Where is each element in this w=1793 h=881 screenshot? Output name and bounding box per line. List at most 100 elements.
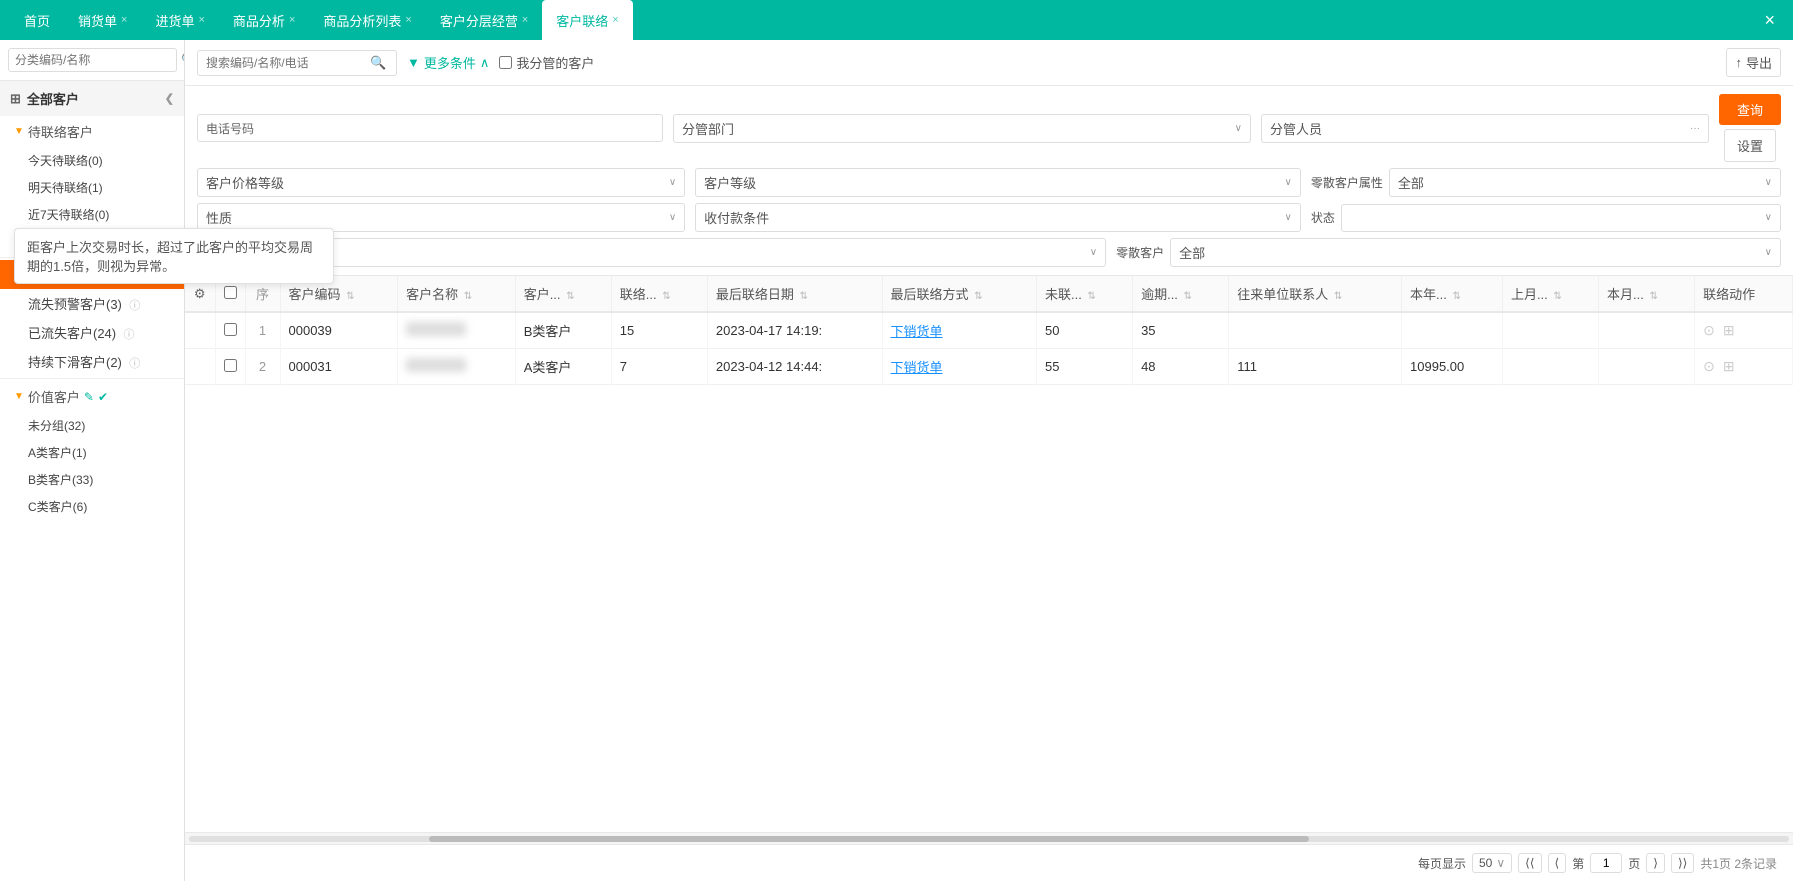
scatter-attr-label: 零散客户属性 (1311, 174, 1383, 191)
th-type[interactable]: 客户... ⇅ (515, 276, 611, 312)
link-icon-2[interactable]: ⊙ (1703, 358, 1715, 375)
table-scroll-bar[interactable] (185, 832, 1793, 844)
th-last-contact-date[interactable]: 最后联络日期 ⇅ (707, 276, 882, 312)
sidebar-item-loss-warning[interactable]: 流失预警客户(3) ⓘ (0, 289, 184, 318)
filter-scatter-customer-select[interactable]: 全部 ∨ (1170, 238, 1781, 267)
search-icon[interactable]: 🔍 (370, 55, 386, 71)
window-close-btn[interactable]: × (1756, 10, 1783, 31)
th-overdue[interactable]: 逾期... ⇅ (1133, 276, 1229, 312)
filter-price-level[interactable]: 客户价格等级 ∨ (197, 168, 685, 197)
nav-product-list-close[interactable]: × (405, 14, 411, 26)
filter-status-select[interactable]: ∨ (1341, 204, 1781, 232)
sidebar-item-ungrouped[interactable]: 未分组(32) (0, 412, 184, 439)
last-contact-method-link-2[interactable]: 下销货单 (891, 360, 943, 375)
row-checkbox-1[interactable] (224, 323, 237, 336)
info-icon4: ⓘ (129, 358, 140, 370)
sidebar-item-7days[interactable]: 近7天待联络(0) (0, 201, 184, 228)
sidebar-collapse-icon[interactable]: ❮ (165, 92, 174, 105)
sidebar-group-value[interactable]: ▼ 价值客户 ✎ ✔ (0, 381, 184, 412)
more-conditions-btn[interactable]: ▼ 更多条件 ∧ (407, 53, 489, 72)
nav-customer-tier[interactable]: 客户分层经营 × (426, 0, 542, 40)
td-action-2: ⊙ ⊞ (1695, 349, 1793, 385)
page-input[interactable] (1590, 853, 1622, 873)
nav-sales-close[interactable]: × (121, 14, 127, 26)
filter-payment[interactable]: 收付款条件 ∨ (695, 203, 1301, 232)
last-contact-method-link-1[interactable]: 下销货单 (891, 324, 943, 339)
filter-customer-type[interactable]: 客户类型 ∨ (257, 238, 1106, 267)
row-checkbox-2[interactable] (224, 359, 237, 372)
last-page-btn[interactable]: ⟩⟩ (1671, 853, 1694, 873)
nav-product-analysis[interactable]: 商品分析 × (219, 0, 309, 40)
filter-phone[interactable]: 电话号码 (197, 114, 663, 142)
td-action-1: ⊙ ⊞ (1695, 312, 1793, 349)
export-icon: ↑ (1735, 55, 1742, 70)
filter-row-2: 客户价格等级 ∨ 客户等级 ∨ 零散客户属性 全部 ∨ (197, 168, 1781, 197)
filter-dept[interactable]: 分管部门 ∨ (673, 114, 1251, 143)
next-page-btn[interactable]: ⟩ (1646, 853, 1665, 873)
sidebar-item-class-a[interactable]: A类客户(1) (0, 439, 184, 466)
td-method-2[interactable]: 下销货单 (882, 349, 1036, 385)
filter-scatter-attr-select[interactable]: 全部 ∨ (1389, 168, 1781, 197)
nav-customer-tier-close[interactable]: × (522, 14, 528, 26)
edit-icon[interactable]: ✎ (84, 390, 94, 404)
chevron-down-icon3: ∨ (669, 177, 676, 188)
sidebar-item-lost[interactable]: 已流失客户(24) ⓘ (0, 318, 184, 347)
th-last-month[interactable]: 上月... ⇅ (1502, 276, 1598, 312)
nav-product-analysis-close[interactable]: × (289, 14, 295, 26)
nav-purchase[interactable]: 进货单 × (141, 0, 218, 40)
sidebar-item-class-b[interactable]: B类客户(33) (0, 466, 184, 493)
table-container: ⚙ 序 客户编码 ⇅ 客户名称 ⇅ 客户... ⇅ 联络... ⇅ 最后联络日期… (185, 276, 1793, 832)
filter-manager-select[interactable]: 分管人员 ··· (1261, 114, 1709, 143)
th-name[interactable]: 客户名称 ⇅ (398, 276, 516, 312)
grid-icon-2[interactable]: ⊞ (1723, 358, 1735, 375)
link-icon-1[interactable]: ⊙ (1703, 322, 1715, 339)
select-all-checkbox[interactable] (224, 286, 237, 299)
th-partner[interactable]: 往来单位联系人 ⇅ (1229, 276, 1402, 312)
triangle-icon2: ▼ (14, 391, 24, 402)
info-icon3: ⓘ (123, 329, 134, 341)
td-method-1[interactable]: 下销货单 (882, 312, 1036, 349)
settings-btn[interactable]: 设置 (1724, 129, 1776, 162)
prev-page-btn[interactable]: ⟨ (1548, 853, 1567, 873)
nav-purchase-close[interactable]: × (198, 14, 204, 26)
chevron-down-icon: ∨ (1235, 123, 1242, 134)
grid-icon-1[interactable]: ⊞ (1723, 322, 1735, 339)
sidebar-all-customers[interactable]: ⊞ 全部客户 ❮ (0, 81, 184, 116)
filter-dept-label: 分管部门 (682, 119, 734, 138)
sidebar-item-tomorrow[interactable]: 明天待联络(1) (0, 174, 184, 201)
nav-sales[interactable]: 销货单 × (64, 0, 141, 40)
sidebar-item-declining[interactable]: 持续下滑客户(2) ⓘ (0, 347, 184, 376)
td-seq-2: 2 (245, 349, 280, 385)
th-contact-count[interactable]: 联络... ⇅ (611, 276, 707, 312)
nav-product-list[interactable]: 商品分析列表 × (309, 0, 425, 40)
td-type-2: A类客户 (515, 349, 611, 385)
my-customers-filter[interactable]: 我分管的客户 (499, 53, 594, 72)
th-uncontacted[interactable]: 未联... ⇅ (1036, 276, 1132, 312)
gear-icon[interactable]: ⚙ (194, 286, 206, 301)
nav-home[interactable]: 首页 (10, 0, 64, 40)
table-row: 2 000031 A类客户 7 2023-04-12 14:44: 下销货单 5… (185, 349, 1793, 385)
td-uncontacted-2: 55 (1036, 349, 1132, 385)
sidebar-item-class-c[interactable]: C类客户(6) (0, 493, 184, 520)
per-page-select[interactable]: 50 ∨ (1472, 853, 1512, 873)
th-this-month[interactable]: 本月... ⇅ (1599, 276, 1695, 312)
nav-customer-contact[interactable]: 客户联络 × (542, 0, 632, 40)
check-icon[interactable]: ✔ (98, 390, 108, 404)
td-last-month-2 (1502, 349, 1598, 385)
filter-customer-level-label: 客户等级 (704, 173, 756, 192)
filter-bar: 🔍 ▼ 更多条件 ∧ 我分管的客户 ↑ 导出 (185, 40, 1793, 86)
th-last-contact-method[interactable]: 最后联络方式 ⇅ (882, 276, 1036, 312)
scroll-thumb[interactable] (429, 836, 1309, 842)
first-page-btn[interactable]: ⟨⟨ (1518, 853, 1541, 873)
sidebar-content: ⊞ 全部客户 ❮ ▼ 待联络客户 今天待联络(0) 明天待联络(1) 近7天待联… (0, 81, 184, 881)
nav-customer-contact-close[interactable]: × (612, 14, 618, 26)
query-btn[interactable]: 查询 (1719, 94, 1781, 125)
export-btn[interactable]: ↑ 导出 (1726, 48, 1781, 77)
sidebar-item-today[interactable]: 今天待联络(0) (0, 147, 184, 174)
sidebar-search-input[interactable] (8, 48, 177, 72)
filter-customer-level[interactable]: 客户等级 ∨ (695, 168, 1301, 197)
search-input[interactable] (206, 56, 366, 70)
sidebar-group-waiting[interactable]: ▼ 待联络客户 (0, 116, 184, 147)
my-customers-checkbox[interactable] (499, 56, 512, 69)
th-this-year[interactable]: 本年... ⇅ (1402, 276, 1503, 312)
